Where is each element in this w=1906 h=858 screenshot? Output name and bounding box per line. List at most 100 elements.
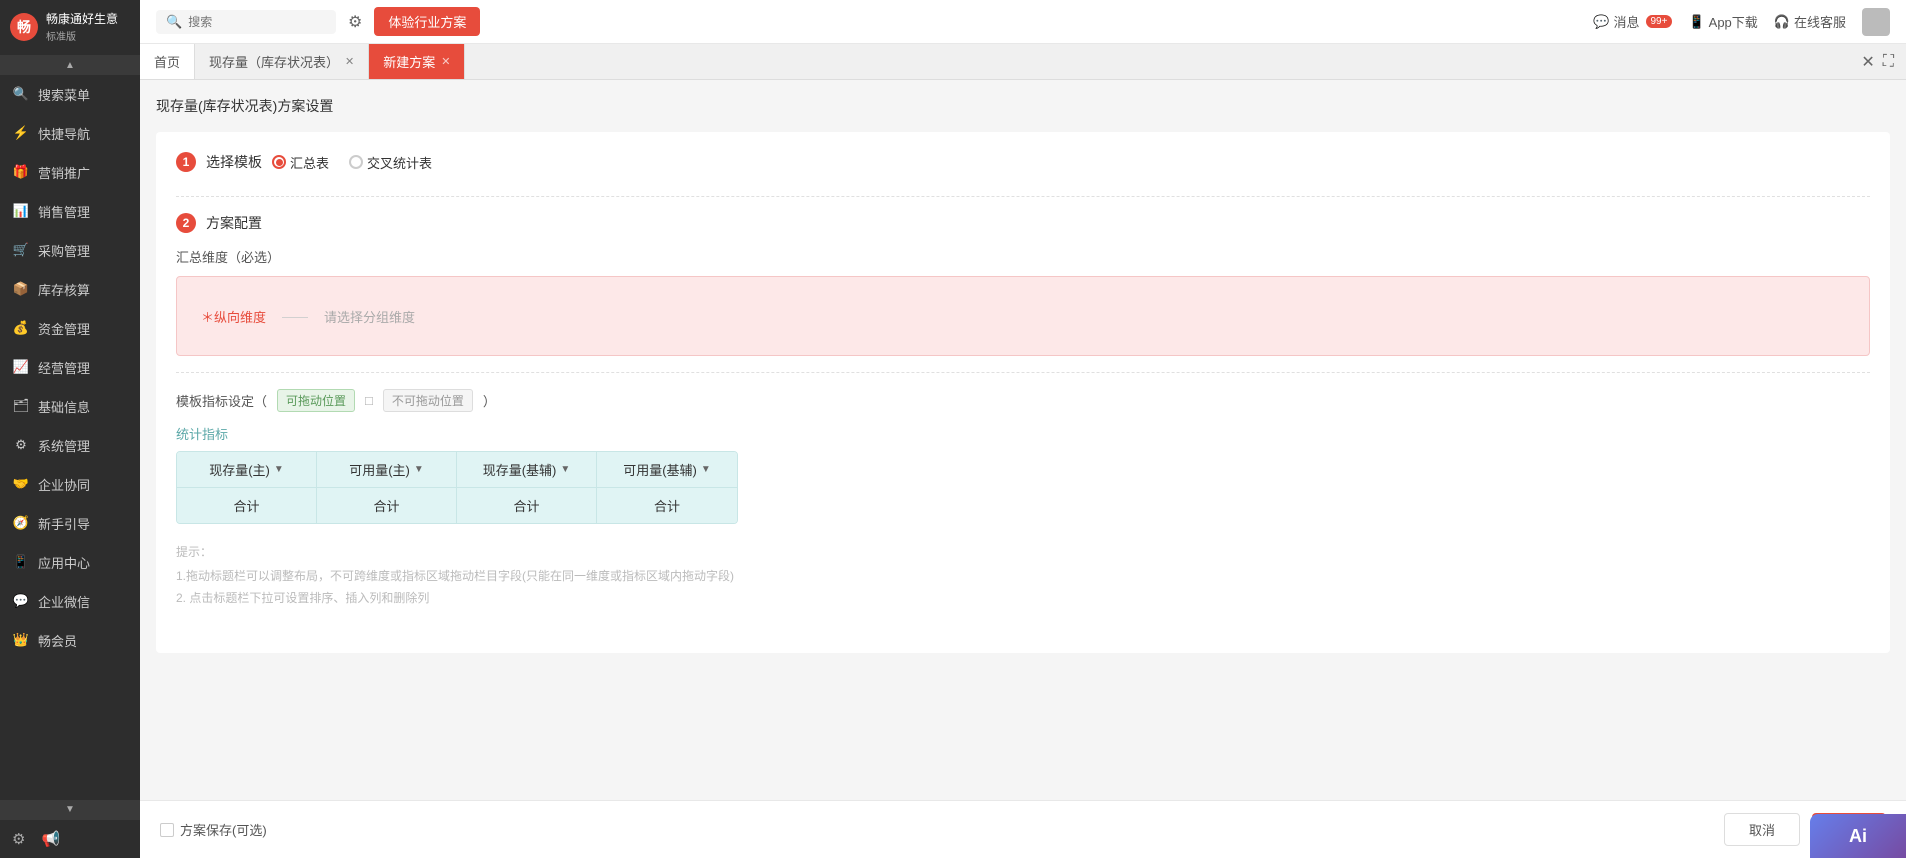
indicator-settings-label: 模板指标设定（ 可拖动位置 □ 不可拖动位置 ） — [176, 389, 1870, 412]
speaker-icon[interactable]: 📢 — [41, 830, 60, 848]
sales-icon: 📊 — [12, 202, 30, 220]
app-center-icon: 📱 — [12, 553, 30, 571]
sidebar-item-member[interactable]: 👑 畅会员 — [0, 621, 140, 660]
sidebar-item-finance[interactable]: 💰 资金管理 — [0, 309, 140, 348]
chevron-down-col1[interactable]: ▼ — [414, 464, 424, 475]
message-item[interactable]: 💬 消息 99+ — [1593, 12, 1672, 31]
col-inventory-aux[interactable]: 现存量(基辅) ▼ 合计 — [457, 452, 597, 523]
step2-header: 2 方案配置 — [176, 213, 1870, 233]
search-icon: 🔍 — [166, 14, 182, 30]
tab-close-btn[interactable]: ✕ — [1861, 52, 1874, 72]
checkbox-box[interactable] — [160, 823, 174, 837]
radio-summary[interactable]: 汇总表 — [272, 153, 329, 172]
mobile-icon: 📱 — [1688, 14, 1704, 30]
sidebar-item-business[interactable]: 📈 经营管理 — [0, 348, 140, 387]
sidebar-item-new-guide[interactable]: 🧭 新手引导 — [0, 504, 140, 543]
sidebar-item-purchase[interactable]: 🛒 采购管理 — [0, 231, 140, 270]
finance-icon: 💰 — [12, 319, 30, 337]
logo-area: 畅 畅康通好生意 标准版 — [0, 0, 140, 56]
user-avatar[interactable] — [1862, 8, 1890, 36]
stats-table: 现存量(主) ▼ 合计 可用量(主) ▼ 合计 — [176, 451, 738, 524]
sidebar-item-inventory[interactable]: 📦 库存核算 — [0, 270, 140, 309]
headset-icon: 🎧 — [1774, 14, 1790, 30]
customer-service-item[interactable]: 🎧 在线客服 — [1774, 12, 1846, 31]
topbar-right: 💬 消息 99+ 📱 App下载 🎧 在线客服 — [1593, 8, 1890, 36]
gear-icon[interactable]: ⚙ — [348, 12, 362, 32]
vertical-dim-label: ＊纵向维度 — [201, 307, 266, 326]
sidebar-item-search[interactable]: 🔍 搜索菜单 — [0, 75, 140, 114]
sidebar-item-marketing[interactable]: 🎁 营销推广 — [0, 153, 140, 192]
ai-badge[interactable]: Ai — [1810, 814, 1906, 858]
quick-nav-icon: ⚡ — [12, 124, 30, 142]
tab-close-new-plan[interactable]: ✕ — [441, 55, 450, 68]
step1-title: 选择模板 — [206, 152, 262, 172]
step2-badge: 2 — [176, 213, 196, 233]
step2-section: 2 方案配置 汇总维度（必选） ＊纵向维度 —— 请选择分组维度 模板指标设定（… — [176, 213, 1870, 609]
search-input[interactable] — [188, 15, 308, 29]
indicator-settings: 模板指标设定（ 可拖动位置 □ 不可拖动位置 ） — [176, 389, 1870, 412]
scroll-down-arrow[interactable]: ▼ — [0, 800, 140, 819]
tips-title: 提示： — [176, 543, 1870, 560]
page-title: 现存量(库存状况表)方案设置 — [156, 96, 1890, 116]
template-radio-group: 汇总表 交叉统计表 — [272, 153, 432, 172]
logo-icon: 畅 — [10, 13, 38, 41]
col-available-main[interactable]: 可用量(主) ▼ 合计 — [317, 452, 457, 523]
search-icon: 🔍 — [12, 85, 30, 103]
app-download-item[interactable]: 📱 App下载 — [1688, 12, 1757, 31]
sidebar-item-quick-nav[interactable]: ⚡ 快捷导航 — [0, 114, 140, 153]
bottom-bar: 方案保存(可选) 取消 查询 — [140, 800, 1906, 858]
tab-inventory-status[interactable]: 现存量（库存状况表） ✕ — [195, 44, 369, 79]
wechat-icon: 💬 — [12, 592, 30, 610]
cancel-button[interactable]: 取消 — [1724, 813, 1800, 846]
topbar: 🔍 ⚙ 体验行业方案 💬 消息 99+ 📱 App下载 🎧 在线客服 — [140, 0, 1906, 44]
step1-badge: 1 — [176, 152, 196, 172]
cooperation-icon: 🤝 — [12, 475, 30, 493]
sidebar: 畅 畅康通好生意 标准版 ▲ 🔍 搜索菜单 ⚡ 快捷导航 🎁 营销推广 📊 销售… — [0, 0, 140, 858]
search-box[interactable]: 🔍 — [156, 10, 336, 34]
col-inventory-main[interactable]: 现存量(主) ▼ 合计 — [177, 452, 317, 523]
indicator-settings-sep: □ — [365, 393, 373, 408]
member-icon: 👑 — [12, 631, 30, 649]
scroll-up-arrow[interactable]: ▲ — [0, 56, 140, 75]
sidebar-item-wechat[interactable]: 💬 企业微信 — [0, 582, 140, 621]
tab-close-inventory[interactable]: ✕ — [345, 55, 354, 68]
dimension-dash: —— — [282, 309, 308, 324]
radio-dot-cross — [349, 155, 363, 169]
tabbar: 首页 现存量（库存状况表） ✕ 新建方案 ✕ ✕ ⛶ — [140, 44, 1906, 80]
tab-expand-btn[interactable]: ⛶ — [1883, 52, 1894, 72]
sidebar-nav: 🔍 搜索菜单 ⚡ 快捷导航 🎁 营销推广 📊 销售管理 🛒 采购管理 📦 库存核… — [0, 75, 140, 800]
sidebar-item-app-center[interactable]: 📱 应用中心 — [0, 543, 140, 582]
tips-area: 提示： 1.拖动标题栏可以调整布局，不可跨维度或指标区域拖动栏目字段(只能在同一… — [176, 543, 1870, 609]
basic-icon: 🗂 — [12, 397, 30, 415]
sidebar-item-system[interactable]: ⚙ 系统管理 — [0, 426, 140, 465]
business-icon: 📈 — [12, 358, 30, 376]
sidebar-item-cooperation[interactable]: 🤝 企业协同 — [0, 465, 140, 504]
plan-card: 1 选择模板 汇总表 交叉统计表 — [156, 132, 1890, 653]
chevron-down-col2[interactable]: ▼ — [560, 464, 570, 475]
tab-home[interactable]: 首页 — [140, 44, 195, 79]
divider-1 — [176, 196, 1870, 197]
radio-cross[interactable]: 交叉统计表 — [349, 153, 432, 172]
dimension-area[interactable]: ＊纵向维度 —— 请选择分组维度 — [176, 276, 1870, 356]
sidebar-item-basic[interactable]: 🗂 基础信息 — [0, 387, 140, 426]
message-icon: 💬 — [1593, 14, 1609, 30]
step1-header: 1 选择模板 汇总表 交叉统计表 — [176, 152, 1870, 172]
content-area: 现存量(库存状况表)方案设置 1 选择模板 汇总表 交叉统计表 — [140, 80, 1906, 800]
chevron-down-col3[interactable]: ▼ — [701, 464, 711, 475]
sidebar-bottom: ⚙ 📢 — [0, 819, 140, 858]
summary-dimension-label: 汇总维度（必选） — [176, 247, 1870, 266]
purchase-icon: 🛒 — [12, 241, 30, 259]
trial-industry-btn[interactable]: 体验行业方案 — [374, 7, 480, 36]
save-plan-checkbox[interactable]: 方案保存(可选) — [160, 820, 267, 839]
radio-dot-summary — [272, 155, 286, 169]
settings-icon[interactable]: ⚙ — [12, 830, 25, 848]
marketing-icon: 🎁 — [12, 163, 30, 181]
non-draggable-badge: 不可拖动位置 — [383, 389, 473, 412]
main-area: 🔍 ⚙ 体验行业方案 💬 消息 99+ 📱 App下载 🎧 在线客服 首页 — [140, 0, 1906, 858]
tab-new-plan[interactable]: 新建方案 ✕ — [369, 44, 465, 79]
sidebar-item-sales[interactable]: 📊 销售管理 — [0, 192, 140, 231]
dimension-placeholder: 请选择分组维度 — [324, 307, 415, 326]
chevron-down-col0[interactable]: ▼ — [274, 464, 284, 475]
col-available-aux[interactable]: 可用量(基辅) ▼ 合计 — [597, 452, 737, 523]
new-guide-icon: 🧭 — [12, 514, 30, 532]
